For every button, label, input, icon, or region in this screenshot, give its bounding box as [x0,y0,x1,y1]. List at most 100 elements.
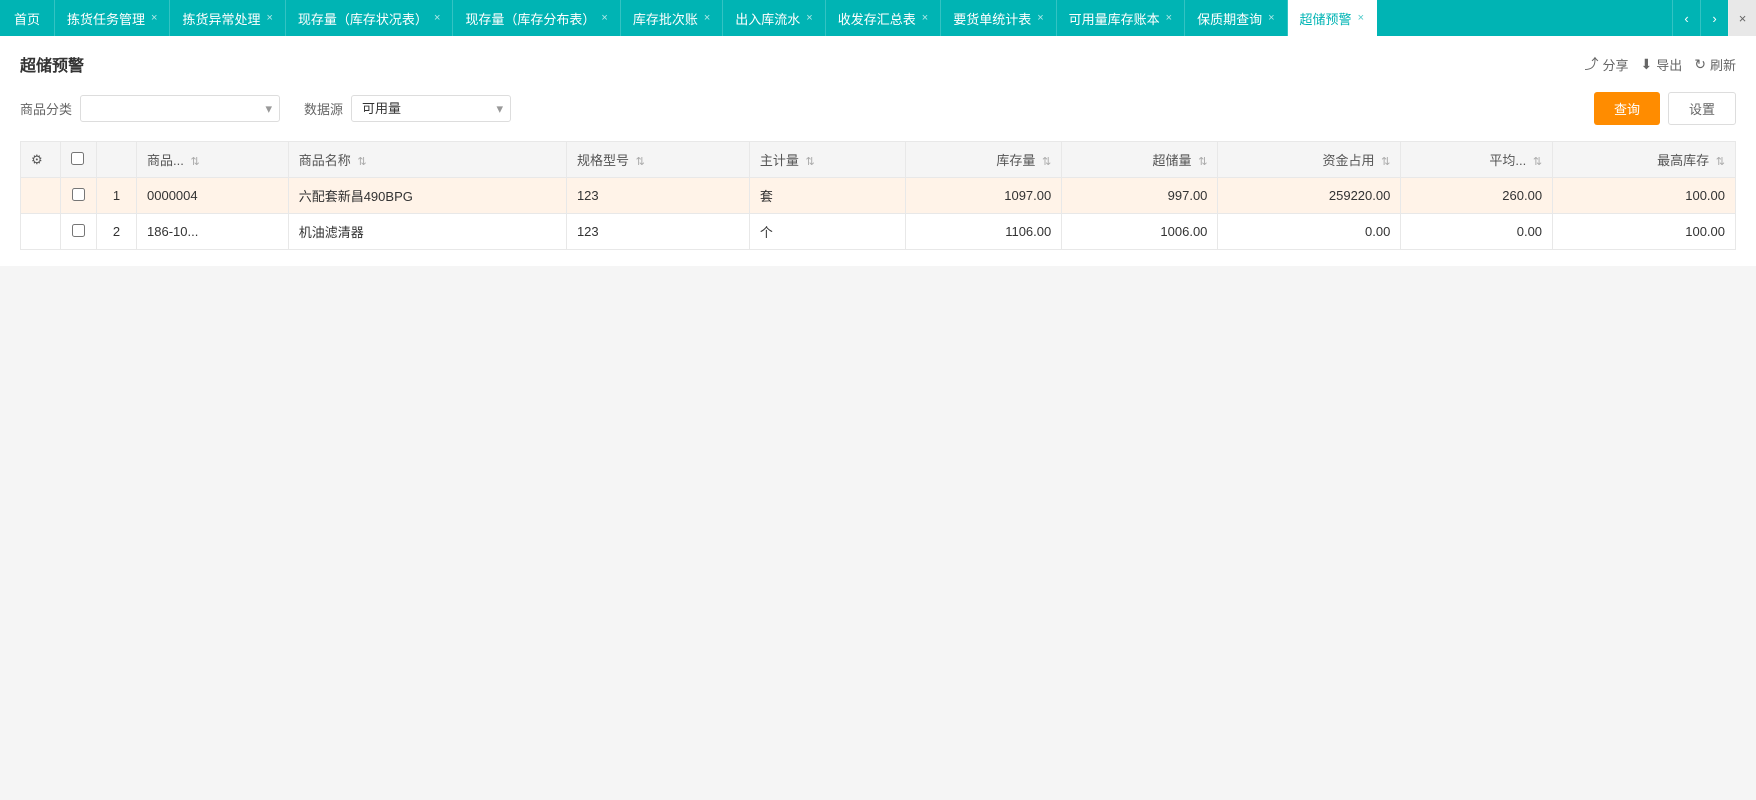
filter-row: 商品分类 数据源 可用量 查询 设置 [20,92,1736,125]
nav-tab-9[interactable]: 可用量库存账本 × [1057,0,1185,36]
nav-tab-4[interactable]: 现存量（库存分布表） × [453,0,620,36]
td-overstock: 1006.00 [1062,214,1218,250]
sort-icon: ⇅ [806,156,815,168]
sort-icon: ⇅ [357,156,366,168]
td-avg: 260.00 [1401,178,1553,214]
td-spec: 123 [566,214,749,250]
nav-prev-button[interactable]: ‹ [1672,0,1700,36]
data-table: ⚙ 商品... ⇅ 商品名称 ⇅ 规格型号 ⇅ [20,141,1736,250]
td-gear [21,214,61,250]
refresh-icon: ↻ [1694,56,1706,73]
close-tab-icon[interactable]: × [1037,12,1043,24]
share-icon: ⤴ [1584,54,1598,74]
th-capital[interactable]: 资金占用 ⇅ [1218,142,1401,178]
page-header: 超储预警 ⤴ 分享 ⬇ 导出 ↻ 刷新 [20,52,1736,76]
table-body: 1 0000004 六配套新昌490BPG 123 套 1097.00 997.… [21,178,1736,250]
top-navigation: 首页 拣货任务管理 × 拣货异常处理 × 现存量（库存状况表） × 现存量（库存… [0,0,1756,36]
row-checkbox-1[interactable] [72,224,85,237]
td-unit: 套 [749,178,905,214]
page-content: 超储预警 ⤴ 分享 ⬇ 导出 ↻ 刷新 商品分类 [0,36,1756,266]
close-tab-icon[interactable]: × [434,12,440,24]
row-checkbox-0[interactable] [72,188,85,201]
query-button[interactable]: 查询 [1594,92,1660,125]
close-tab-icon[interactable]: × [806,12,812,24]
th-checkbox [61,142,97,178]
td-overstock: 997.00 [1062,178,1218,214]
close-tab-icon[interactable]: × [1268,12,1274,24]
td-capital: 259220.00 [1218,178,1401,214]
export-button[interactable]: ⬇ 导出 [1641,55,1683,74]
refresh-button[interactable]: ↻ 刷新 [1694,55,1736,74]
td-max-stock: 100.00 [1553,214,1736,250]
td-stock: 1097.00 [906,178,1062,214]
close-tab-icon[interactable]: × [704,12,710,24]
th-overstock[interactable]: 超储量 ⇅ [1062,142,1218,178]
page-title: 超储预警 [20,52,84,76]
th-max-stock[interactable]: 最高库存 ⇅ [1553,142,1736,178]
td-stock: 1106.00 [906,214,1062,250]
datasource-select-wrapper: 可用量 [351,95,511,122]
category-select-wrapper [80,95,280,122]
nav-next-button[interactable]: › [1700,0,1728,36]
close-tab-icon[interactable]: × [601,12,607,24]
th-product-name[interactable]: 商品名称 ⇅ [288,142,566,178]
td-unit: 个 [749,214,905,250]
share-button[interactable]: ⤴ 分享 [1584,54,1628,74]
category-label: 商品分类 [20,99,72,118]
close-tab-icon[interactable]: × [1358,12,1364,24]
close-tab-icon[interactable]: × [266,12,272,24]
gear-icon[interactable]: ⚙ [31,152,43,167]
td-max-stock: 100.00 [1553,178,1736,214]
nav-tabs-container: 拣货任务管理 × 拣货异常处理 × 现存量（库存状况表） × 现存量（库存分布表… [55,0,1672,36]
td-product-code: 186-10... [137,214,289,250]
td-gear [21,178,61,214]
category-select[interactable] [80,95,280,122]
table-header-row: ⚙ 商品... ⇅ 商品名称 ⇅ 规格型号 ⇅ [21,142,1736,178]
nav-tab-10[interactable]: 保质期查询 × [1185,0,1287,36]
td-avg: 0.00 [1401,214,1553,250]
nav-tab-11[interactable]: 超储预警 × [1288,0,1377,36]
td-spec: 123 [566,178,749,214]
th-stock[interactable]: 库存量 ⇅ [906,142,1062,178]
datasource-select[interactable]: 可用量 [351,95,511,122]
table-row: 2 186-10... 机油滤清器 123 个 1106.00 1006.00 … [21,214,1736,250]
datasource-filter: 数据源 可用量 [304,95,511,122]
nav-tab-1[interactable]: 拣货任务管理 × [55,0,170,36]
sort-icon: ⇅ [1716,156,1725,168]
th-avg[interactable]: 平均... ⇅ [1401,142,1553,178]
close-tab-icon[interactable]: × [922,12,928,24]
nav-home[interactable]: 首页 [0,0,55,36]
td-capital: 0.00 [1218,214,1401,250]
sort-icon: ⇅ [190,156,199,168]
nav-tab-2[interactable]: 拣货异常处理 × [170,0,285,36]
td-checkbox [61,178,97,214]
td-num: 1 [97,178,137,214]
settings-button[interactable]: 设置 [1668,92,1736,125]
nav-tab-7[interactable]: 收发存汇总表 × [826,0,941,36]
datasource-label: 数据源 [304,99,343,118]
sort-icon: ⇅ [1533,156,1542,168]
th-gear: ⚙ [21,142,61,178]
nav-arrows: ‹ › × [1672,0,1756,36]
close-tab-icon[interactable]: × [151,12,157,24]
td-num: 2 [97,214,137,250]
nav-tab-5[interactable]: 库存批次账 × [621,0,723,36]
select-all-checkbox[interactable] [71,152,84,165]
nav-tab-3[interactable]: 现存量（库存状况表） × [286,0,453,36]
td-product-code: 0000004 [137,178,289,214]
th-spec[interactable]: 规格型号 ⇅ [566,142,749,178]
sort-icon: ⇅ [1042,156,1051,168]
nav-tab-8[interactable]: 要货单统计表 × [941,0,1056,36]
th-num [97,142,137,178]
td-product-name: 机油滤清器 [288,214,566,250]
table-row: 1 0000004 六配套新昌490BPG 123 套 1097.00 997.… [21,178,1736,214]
nav-close-button[interactable]: × [1728,0,1756,36]
header-actions: ⤴ 分享 ⬇ 导出 ↻ 刷新 [1584,54,1736,74]
th-product-code[interactable]: 商品... ⇅ [137,142,289,178]
sort-icon: ⇅ [1198,156,1207,168]
sort-icon: ⇅ [1381,156,1390,168]
nav-tab-6[interactable]: 出入库流水 × [723,0,825,36]
sort-icon: ⇅ [636,156,645,168]
th-unit[interactable]: 主计量 ⇅ [749,142,905,178]
close-tab-icon[interactable]: × [1166,12,1172,24]
